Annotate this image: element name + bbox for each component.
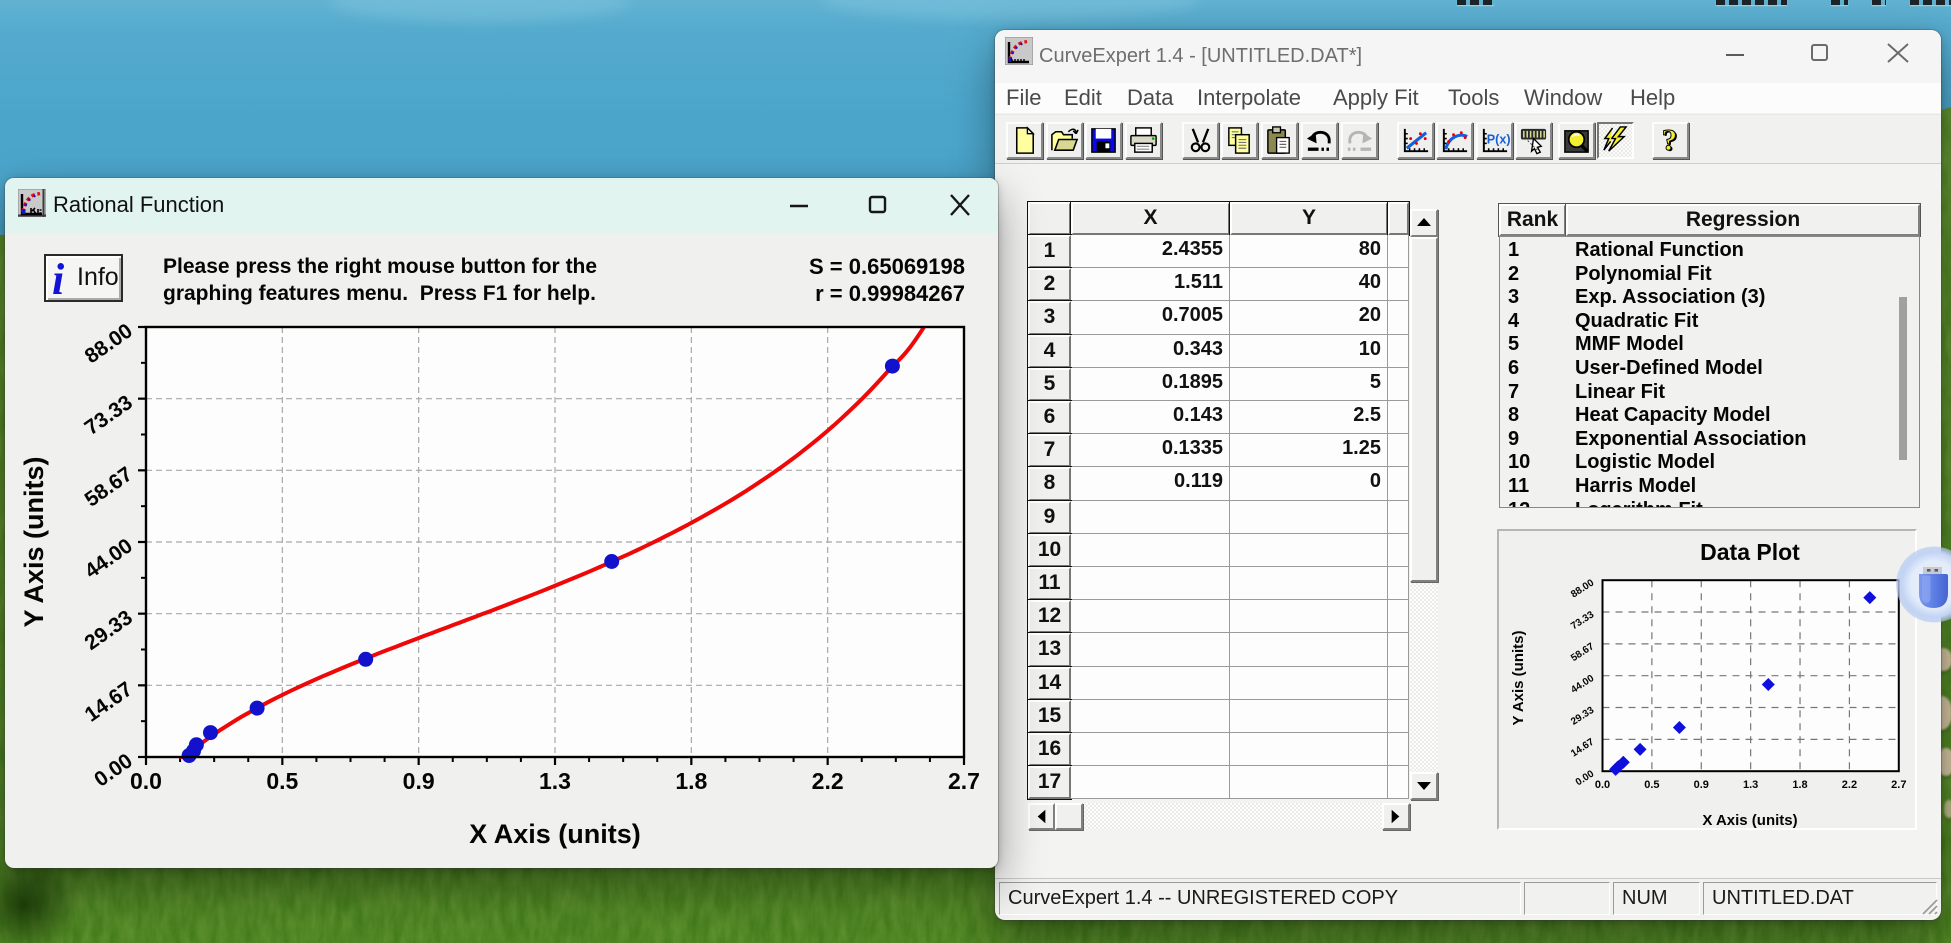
svg-text:Y Axis (units): Y Axis (units) <box>19 456 49 627</box>
svg-text:i: i <box>52 258 65 300</box>
svg-text:2.7: 2.7 <box>948 768 980 794</box>
svg-text:X Axis (units): X Axis (units) <box>469 819 641 849</box>
svg-text:88.00: 88.00 <box>81 319 137 368</box>
svg-text:0.00: 0.00 <box>90 749 137 791</box>
svg-text:1.8: 1.8 <box>675 768 707 794</box>
svg-text:29.33: 29.33 <box>81 606 137 655</box>
svg-text:2.2: 2.2 <box>812 768 844 794</box>
svg-text:P(x): P(x) <box>1487 132 1510 146</box>
svg-text:1.3: 1.3 <box>539 768 571 794</box>
svg-text:0.5: 0.5 <box>266 768 298 794</box>
svg-text:?: ? <box>1662 125 1678 156</box>
svg-text:0.0: 0.0 <box>130 768 162 794</box>
svg-text:58.67: 58.67 <box>81 463 137 512</box>
svg-text:73.33: 73.33 <box>81 391 137 440</box>
svg-text:14.67: 14.67 <box>81 678 137 727</box>
svg-text:0.9: 0.9 <box>403 768 435 794</box>
svg-text:44.00: 44.00 <box>81 534 137 583</box>
